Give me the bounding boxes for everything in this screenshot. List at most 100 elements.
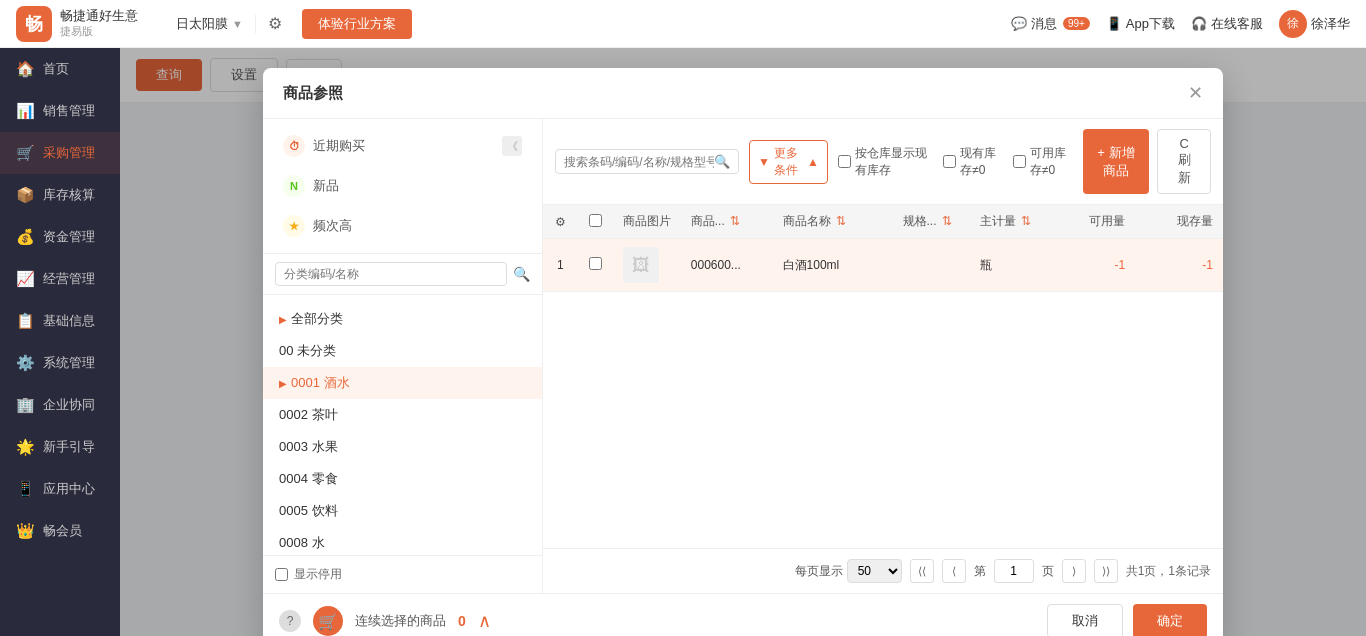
select-all-checkbox[interactable] xyxy=(589,214,602,227)
refresh-button[interactable]: C 刷新 xyxy=(1157,129,1211,194)
page-first-button[interactable]: ⟨⟨ xyxy=(910,559,934,583)
sidebar-item-home[interactable]: 🏠 首页 xyxy=(0,48,120,90)
service-item[interactable]: 🎧 在线客服 xyxy=(1191,15,1263,33)
page-size-wrap: 每页显示 50 20 100 xyxy=(795,559,902,583)
logo-area: 畅 畅捷通好生意 捷易版 xyxy=(16,6,156,42)
settings-icon[interactable]: ⚙ xyxy=(256,14,294,33)
frequent-icon: ★ xyxy=(283,215,305,237)
sort-icon-spec: ⇅ xyxy=(942,214,952,228)
filter-more-button[interactable]: ▼ 更多条件 ▲ xyxy=(749,140,828,184)
page-last-button[interactable]: ⟩⟩ xyxy=(1094,559,1118,583)
sidebar-item-guide[interactable]: 🌟 新手引导 xyxy=(0,426,120,468)
page-prev-button[interactable]: ⟨ xyxy=(942,559,966,583)
cat-0002[interactable]: 0002 茶叶 xyxy=(263,399,542,431)
modal-right-panel: 🔍 ▼ 更多条件 ▲ 按仓库显示现有库存 xyxy=(543,119,1223,593)
col-header-spec[interactable]: 规格... ⇅ xyxy=(893,205,970,239)
sidebar-item-operations[interactable]: 📈 经营管理 xyxy=(0,258,120,300)
cat-00[interactable]: 00 未分类 xyxy=(263,335,542,367)
arrow-icon-0001: ▶ xyxy=(279,378,287,389)
avatar: 徐 xyxy=(1279,10,1307,38)
cart-button[interactable]: 🛒 xyxy=(313,606,343,636)
row-checkbox[interactable] xyxy=(589,257,602,270)
modal-close-button[interactable]: ✕ xyxy=(1188,82,1203,104)
category-search-icon[interactable]: 🔍 xyxy=(513,266,530,282)
row-image-cell: 🖼 xyxy=(613,239,681,292)
quick-recent[interactable]: ⏱ 近期购买 《 xyxy=(275,129,530,163)
sidebar-item-purchase[interactable]: 🛒 采购管理 xyxy=(0,132,120,174)
product-table-wrap: ⚙ 商品图片 商品... ⇅ xyxy=(543,205,1223,548)
nav-right: 💬 消息 99+ 📱 App下载 🎧 在线客服 徐 徐泽华 xyxy=(1011,10,1350,38)
trial-button[interactable]: 体验行业方案 xyxy=(302,9,412,39)
sidebar-item-sales[interactable]: 📊 销售管理 xyxy=(0,90,120,132)
user-area[interactable]: 徐 徐泽华 xyxy=(1279,10,1350,38)
col-header-code[interactable]: 商品... ⇅ xyxy=(681,205,773,239)
row-code: 000600... xyxy=(681,239,773,292)
system-icon: ⚙️ xyxy=(16,354,35,372)
product-search-input[interactable] xyxy=(564,155,714,169)
page-size-select[interactable]: 50 20 100 xyxy=(847,559,902,583)
main-layout: 🏠 首页 📊 销售管理 🛒 采购管理 📦 库存核算 💰 资金管理 📈 经营管理 … xyxy=(0,48,1366,636)
filter-warehouse[interactable]: 按仓库显示现有库存 xyxy=(838,145,933,179)
table-row[interactable]: 1 🖼 000600... 白酒100ml xyxy=(543,239,1223,292)
sidebar-item-finance[interactable]: 💰 资金管理 xyxy=(0,216,120,258)
app-download-item[interactable]: 📱 App下载 xyxy=(1106,15,1175,33)
add-product-button[interactable]: + 新增商品 xyxy=(1083,129,1150,194)
sidebar-item-enterprise[interactable]: 🏢 企业协同 xyxy=(0,384,120,426)
show-disabled-checkbox[interactable] xyxy=(275,568,288,581)
cat-0004[interactable]: 0004 零食 xyxy=(263,463,542,495)
row-name: 白酒100ml xyxy=(773,239,893,292)
col-header-settings[interactable]: ⚙ xyxy=(543,205,578,239)
sidebar-item-member[interactable]: 👑 畅会员 xyxy=(0,510,120,552)
row-unit: 瓶 xyxy=(970,239,1048,292)
store-selector[interactable]: 日太阳膜 ▼ xyxy=(164,15,256,33)
col-header-unit[interactable]: 主计量 ⇅ xyxy=(970,205,1048,239)
stock-nonzero-checkbox[interactable] xyxy=(943,155,956,168)
sidebar-item-basic[interactable]: 📋 基础信息 xyxy=(0,300,120,342)
filter-avail-nonzero[interactable]: 可用库存≠0 xyxy=(1013,145,1073,179)
sidebar-item-apps[interactable]: 📱 应用中心 xyxy=(0,468,120,510)
filter-icon: ▼ xyxy=(758,155,770,169)
cat-0001[interactable]: ▶ 0001 酒水 xyxy=(263,367,542,399)
sort-icon-name: ⇅ xyxy=(836,214,846,228)
cat-0008[interactable]: 0008 水 xyxy=(263,527,542,555)
cat-all[interactable]: ▶ 全部分类 xyxy=(263,303,542,335)
avail-nonzero-checkbox[interactable] xyxy=(1013,155,1026,168)
pagination: 每页显示 50 20 100 ⟨⟨ ⟨ 第 页 xyxy=(543,548,1223,593)
modal-body: ⏱ 近期购买 《 N 新品 ★ 频次高 xyxy=(263,119,1223,593)
filter-bar: 🔍 ▼ 更多条件 ▲ 按仓库显示现有库存 xyxy=(543,119,1223,205)
toolbar-buttons: + 新增商品 C 刷新 xyxy=(1083,129,1211,194)
page-info: 共1页，1条记录 xyxy=(1126,563,1211,580)
page-next-button[interactable]: ⟩ xyxy=(1062,559,1086,583)
row-stock: -1 xyxy=(1135,239,1223,292)
cat-0003[interactable]: 0003 水果 xyxy=(263,431,542,463)
col-header-check[interactable] xyxy=(578,205,613,239)
enterprise-icon: 🏢 xyxy=(16,396,35,414)
cancel-button[interactable]: 取消 xyxy=(1047,604,1123,636)
new-icon: N xyxy=(283,175,305,197)
confirm-button[interactable]: 确定 xyxy=(1133,604,1207,636)
filter-stock-nonzero[interactable]: 现有库存≠0 xyxy=(943,145,1003,179)
page-input[interactable] xyxy=(994,559,1034,583)
warehouse-checkbox[interactable] xyxy=(838,155,851,168)
category-search-input[interactable] xyxy=(275,262,507,286)
basic-icon: 📋 xyxy=(16,312,35,330)
message-item[interactable]: 💬 消息 99+ xyxy=(1011,15,1090,33)
row-checkbox-cell[interactable] xyxy=(578,239,613,292)
logo-icon: 畅 xyxy=(16,6,52,42)
quick-frequent[interactable]: ★ 频次高 xyxy=(275,209,530,243)
sidebar-item-system[interactable]: ⚙️ 系统管理 xyxy=(0,342,120,384)
cat-0005[interactable]: 0005 饮料 xyxy=(263,495,542,527)
modal-left-panel: ⏱ 近期购买 《 N 新品 ★ 频次高 xyxy=(263,119,543,593)
footer-buttons: 取消 确定 xyxy=(1047,604,1207,636)
show-disabled-label[interactable]: 显示停用 xyxy=(294,566,342,583)
quick-new[interactable]: N 新品 xyxy=(275,169,530,203)
collapse-icon[interactable]: 《 xyxy=(502,136,522,156)
sales-icon: 📊 xyxy=(16,102,35,120)
sidebar-item-inventory[interactable]: 📦 库存核算 xyxy=(0,174,120,216)
continuous-label: 连续选择的商品 xyxy=(355,612,446,630)
phone-icon: 📱 xyxy=(1106,16,1122,31)
help-icon[interactable]: ? xyxy=(279,610,301,632)
col-header-name[interactable]: 商品名称 ⇅ xyxy=(773,205,893,239)
modal-footer: ? 🛒 连续选择的商品 0 ∧ 取消 确定 xyxy=(263,593,1223,636)
collapse-footer-icon[interactable]: ∧ xyxy=(478,610,491,632)
